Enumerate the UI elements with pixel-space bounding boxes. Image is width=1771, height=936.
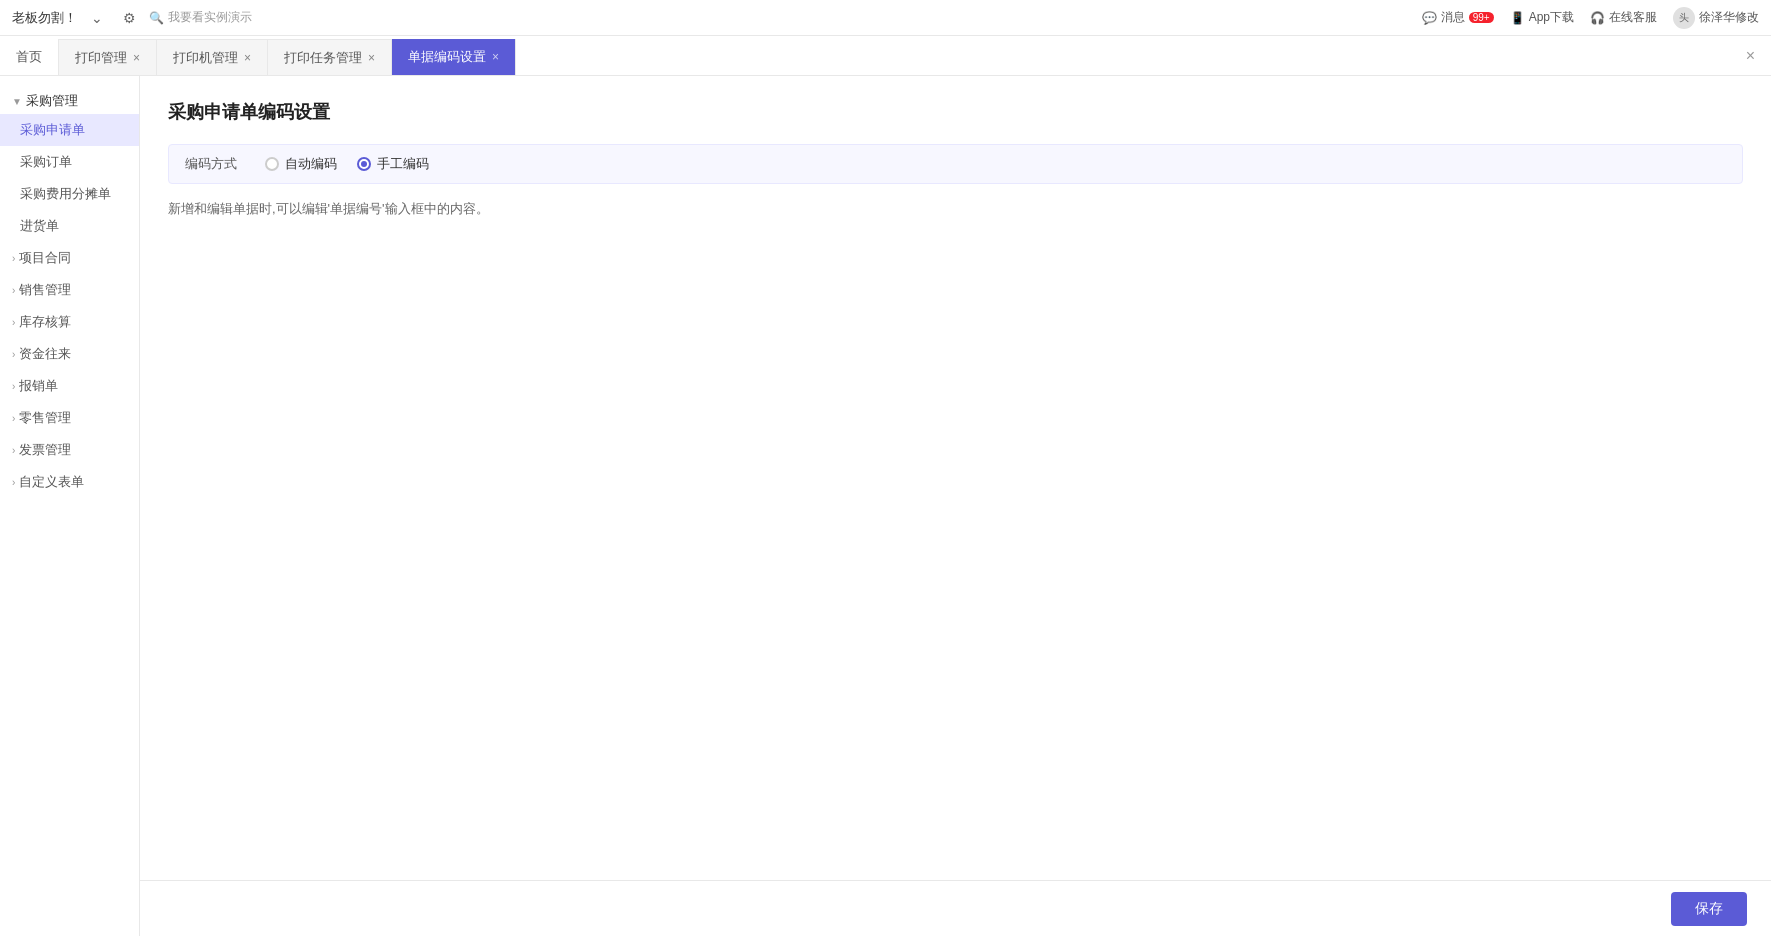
tab-print-manage-close[interactable]: × [133,51,140,65]
chevron-right-icon: › [12,445,15,456]
encoding-row: 编码方式 自动编码 手工编码 [168,144,1743,184]
tab-print-task-manage[interactable]: 打印任务管理 × [268,39,392,75]
radio-group: 自动编码 手工编码 [265,155,429,173]
tab-bar-close-all[interactable]: × [1746,47,1755,65]
sidebar-group-retail[interactable]: › 零售管理 [0,402,139,434]
page-title: 采购申请单编码设置 [168,100,1743,124]
content-area: 采购申请单编码设置 编码方式 自动编码 手工编码 新增和编辑单据时,可以编辑'单… [140,76,1771,936]
content-inner: 采购申请单编码设置 编码方式 自动编码 手工编码 新增和编辑单据时,可以编辑'单… [140,76,1771,880]
message-badge: 99+ [1469,12,1494,23]
sidebar-group-returns[interactable]: › 报销单 [0,370,139,402]
chevron-right-icon: › [12,349,15,360]
message-button[interactable]: 💬 消息 99+ [1422,9,1494,26]
tab-printer-manage[interactable]: 打印机管理 × [157,39,268,75]
sidebar-group-retail-label: 零售管理 [19,409,71,427]
sidebar: ▼ 采购管理 采购申请单 采购订单 采购费用分摊单 进货单 › 项目合同 › 销… [0,76,140,936]
encoding-label: 编码方式 [185,155,245,173]
search-text: 我要看实例演示 [168,9,252,26]
tab-print-manage[interactable]: 打印管理 × [59,39,157,75]
sidebar-group-inventory[interactable]: › 库存核算 [0,306,139,338]
headset-icon: 🎧 [1590,11,1605,25]
content-footer: 保存 [140,880,1771,936]
tab-printer-manage-close[interactable]: × [244,51,251,65]
sidebar-group-capital[interactable]: › 资金往来 [0,338,139,370]
auto-encode-label: 自动编码 [285,155,337,173]
auto-encode-radio[interactable] [265,157,279,171]
tab-print-task-manage-label: 打印任务管理 [284,49,362,67]
chevron-right-icon: › [12,477,15,488]
sidebar-group-invoice-label: 发票管理 [19,441,71,459]
top-bar: 老板勿割！ ⌄ ⚙ 🔍 我要看实例演示 💬 消息 99+ 📱 App下载 🎧 在… [0,0,1771,36]
sidebar-item-purchase-expense-label: 采购费用分摊单 [20,185,111,203]
tab-single-code-setting[interactable]: 单据编码设置 × [392,39,516,75]
manual-encode-option[interactable]: 手工编码 [357,155,429,173]
sidebar-group-purchase[interactable]: ▼ 采购管理 [0,84,139,114]
save-button[interactable]: 保存 [1671,892,1747,926]
sidebar-group-purchase-label: 采购管理 [26,92,78,110]
sidebar-item-purchase-order[interactable]: 采购订单 [0,146,139,178]
avatar: 头 [1673,7,1695,29]
sidebar-group-project-contract-label: 项目合同 [19,249,71,267]
sidebar-group-sales-manage-label: 销售管理 [19,281,71,299]
download-icon: 📱 [1510,11,1525,25]
tab-home-label: 首页 [16,48,42,66]
sidebar-group-invoice[interactable]: › 发票管理 [0,434,139,466]
tab-home[interactable]: 首页 [0,39,59,75]
settings-icon[interactable]: ⚙ [117,6,141,30]
main-layout: ▼ 采购管理 采购申请单 采购订单 采购费用分摊单 进货单 › 项目合同 › 销… [0,76,1771,936]
chevron-down-icon[interactable]: ⌄ [85,6,109,30]
sidebar-item-purchase-request[interactable]: 采购申请单 [0,114,139,146]
tab-bar: 首页 打印管理 × 打印机管理 × 打印任务管理 × 单据编码设置 × × [0,36,1771,76]
chevron-right-icon: › [12,317,15,328]
app-download-button[interactable]: 📱 App下载 [1510,9,1574,26]
user-profile[interactable]: 头 徐泽华修改 [1673,7,1759,29]
sidebar-item-purchase-request-label: 采购申请单 [20,121,85,139]
search-icon: 🔍 [149,11,164,25]
online-service-button[interactable]: 🎧 在线客服 [1590,9,1657,26]
search-bar[interactable]: 🔍 我要看实例演示 [149,9,252,26]
sidebar-group-project-contract[interactable]: › 项目合同 [0,242,139,274]
top-bar-right: 💬 消息 99+ 📱 App下载 🎧 在线客服 头 徐泽华修改 [1422,7,1759,29]
tab-print-task-manage-close[interactable]: × [368,51,375,65]
message-label: 消息 [1441,9,1465,26]
manual-encode-radio[interactable] [357,157,371,171]
tab-single-code-setting-label: 单据编码设置 [408,48,486,66]
hint-text: 新增和编辑单据时,可以编辑'单据编号'输入框中的内容。 [168,200,1743,218]
sidebar-item-stock-in[interactable]: 进货单 [0,210,139,242]
sidebar-group-returns-label: 报销单 [19,377,58,395]
sidebar-group-custom-forms-label: 自定义表单 [19,473,84,491]
app-logo: 老板勿割！ [12,9,77,27]
chevron-right-icon: › [12,413,15,424]
sidebar-group-sales-manage[interactable]: › 销售管理 [0,274,139,306]
chevron-right-icon: › [12,285,15,296]
manual-encode-label: 手工编码 [377,155,429,173]
sidebar-group-inventory-label: 库存核算 [19,313,71,331]
sidebar-group-capital-label: 资金往来 [19,345,71,363]
tab-single-code-setting-close[interactable]: × [492,50,499,64]
top-bar-left: 老板勿割！ ⌄ ⚙ 🔍 我要看实例演示 [12,6,252,30]
app-download-label: App下载 [1529,9,1574,26]
message-icon: 💬 [1422,11,1437,25]
auto-encode-option[interactable]: 自动编码 [265,155,337,173]
chevron-right-icon: › [12,253,15,264]
sidebar-item-purchase-order-label: 采购订单 [20,153,72,171]
sidebar-item-stock-in-label: 进货单 [20,217,59,235]
tab-printer-manage-label: 打印机管理 [173,49,238,67]
sidebar-group-custom-forms[interactable]: › 自定义表单 [0,466,139,498]
chevron-right-icon: › [12,381,15,392]
tab-print-manage-label: 打印管理 [75,49,127,67]
online-service-label: 在线客服 [1609,9,1657,26]
sidebar-item-purchase-expense[interactable]: 采购费用分摊单 [0,178,139,210]
chevron-down-icon: ▼ [12,96,22,107]
user-name: 徐泽华修改 [1699,9,1759,26]
